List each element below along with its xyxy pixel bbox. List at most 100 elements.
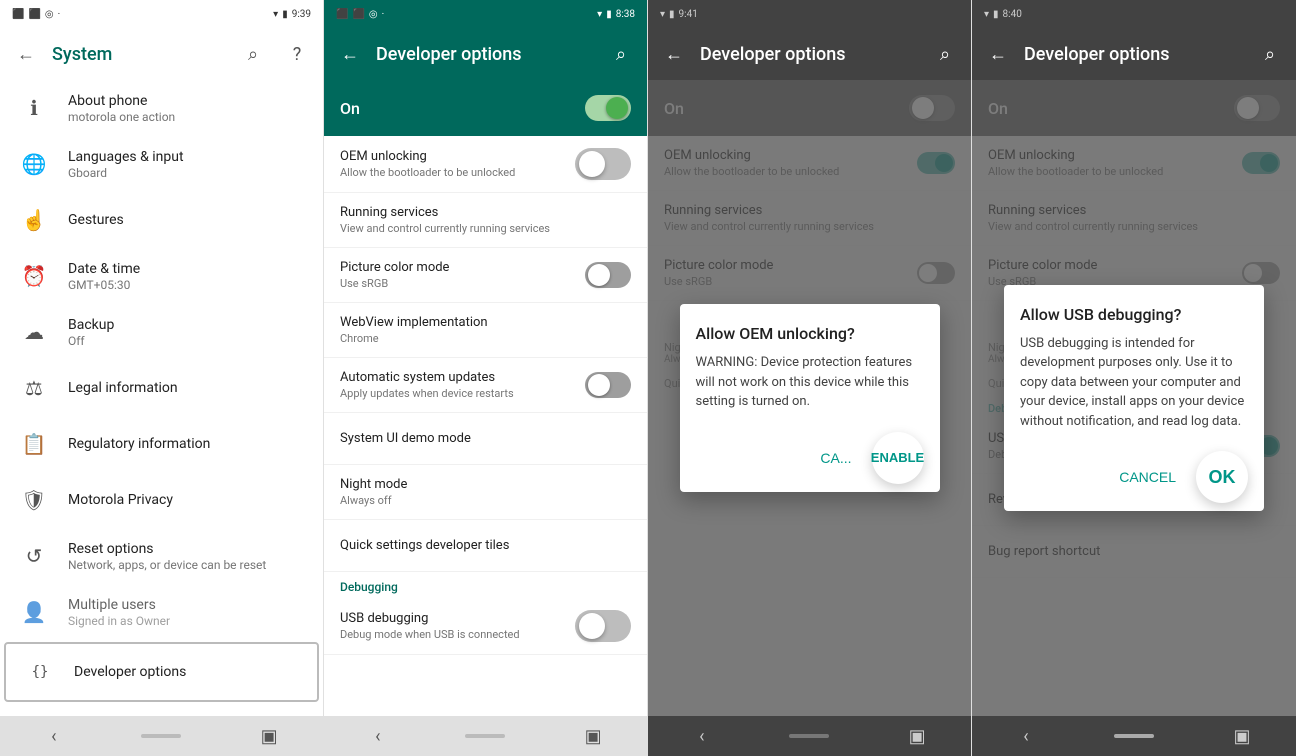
back-button-dev2[interactable]: ←	[332, 36, 368, 72]
sidebar-item-motorola-privacy[interactable]: 🛡 Motorola Privacy	[0, 472, 323, 528]
usb-ok-button[interactable]: OK	[1196, 451, 1248, 503]
sidebar-item-multiple-users[interactable]: 👤 Multiple users Signed in as Owner	[0, 584, 323, 640]
dev-toggle-2[interactable]	[585, 95, 631, 121]
sidebar-item-developer[interactable]: {} Developer options	[4, 642, 319, 702]
system-ui-item[interactable]: System UI demo mode	[324, 413, 647, 465]
backup-text: Backup Off	[68, 317, 307, 348]
dev-on-header-2: On	[324, 80, 647, 136]
nav-recents-3[interactable]: ▣	[897, 716, 937, 756]
panel-oem-dialog: ▾ ▮ 9:41 ← Developer options ⌕ On OEM un…	[648, 0, 972, 756]
search-button-system[interactable]: ⌕	[235, 36, 271, 72]
languages-subtitle: Gboard	[68, 166, 307, 180]
panel-usb-dialog: ▾ ▮ 8:40 ← Developer options ⌕ On OEM un…	[972, 0, 1296, 756]
running-services-item[interactable]: Running services View and control curren…	[324, 193, 647, 248]
search-button-dev3[interactable]: ⌕	[927, 36, 963, 72]
battery-icon-2: ▮	[606, 9, 612, 20]
dev3-title: Developer options	[700, 44, 919, 65]
nav-home-4[interactable]	[1114, 734, 1154, 738]
usb-debugging-subtitle: Debug mode when USB is connected	[340, 628, 520, 641]
nav-back-3[interactable]: ‹	[682, 716, 722, 756]
settings-list: ℹ About phone motorola one action 🌐 Lang…	[0, 80, 323, 716]
night-mode-item[interactable]: Night mode Always off	[324, 465, 647, 520]
running-services-title: Running services	[340, 205, 550, 220]
about-phone-text: About phone motorola one action	[68, 93, 307, 124]
status-icons-left-4: ▾ ▮ 8:40	[984, 9, 1022, 20]
oem-dialog-overlay: Allow OEM unlocking? WARNING: Device pro…	[648, 80, 971, 716]
about-phone-title: About phone	[68, 93, 307, 109]
back-icon-dev4: ←	[989, 44, 1007, 65]
wifi-icon-3a: ▾	[660, 9, 665, 20]
picture-color-toggle-2[interactable]	[585, 262, 631, 288]
oem-cancel-button[interactable]: Ca...	[808, 432, 863, 484]
usb-debugging-item[interactable]: USB debugging Debug mode when USB is con…	[324, 598, 647, 655]
oem-toggle-2[interactable]	[575, 148, 631, 180]
notif-icon-2a: ⬛	[336, 9, 348, 20]
nav-home-3[interactable]	[789, 734, 829, 738]
quick-settings-text: Quick settings developer tiles	[340, 538, 509, 553]
usb-cancel-button[interactable]: Cancel	[1107, 451, 1188, 503]
sidebar-item-legal[interactable]: ⚖ Legal information	[0, 360, 323, 416]
search-icon-dev3: ⌕	[940, 44, 950, 65]
sidebar-item-languages[interactable]: 🌐 Languages & input Gboard	[0, 136, 323, 192]
nav-home-2[interactable]	[465, 734, 505, 738]
notif-icon-2b: ⬛	[352, 9, 364, 20]
nav-recents-2[interactable]: ▣	[573, 716, 613, 756]
dev4-title: Developer options	[1024, 44, 1244, 65]
sidebar-item-about-phone[interactable]: ℹ About phone motorola one action	[0, 80, 323, 136]
sidebar-item-gestures[interactable]: ☝ Gestures	[0, 192, 323, 248]
auto-updates-item[interactable]: Automatic system updates Apply updates w…	[324, 358, 647, 413]
nav-back-1[interactable]: ‹	[34, 716, 74, 756]
sidebar-item-reset[interactable]: ↺ Reset options Network, apps, or device…	[0, 528, 323, 584]
back-button-system[interactable]: ←	[8, 36, 44, 72]
search-icon-system: ⌕	[248, 44, 258, 65]
back-icon-dev2: ←	[341, 44, 359, 65]
gestures-text: Gestures	[68, 212, 307, 228]
help-button-system[interactable]: ?	[279, 36, 315, 72]
about-phone-subtitle: motorola one action	[68, 110, 307, 124]
datetime-text: Date & time GMT+05:30	[68, 261, 307, 292]
nav-recents-1[interactable]: ▣	[249, 716, 289, 756]
sidebar-item-system-updates[interactable]: 📱 System updates Updated to Android 9	[0, 704, 323, 716]
developer-icon: {}	[22, 654, 58, 690]
top-bar-dev3: ← Developer options ⌕	[648, 28, 971, 80]
search-icon-dev2: ⌕	[616, 44, 626, 65]
auto-updates-thumb-2	[588, 374, 610, 396]
nav-back-2[interactable]: ‹	[358, 716, 398, 756]
usb-dialog: Allow USB debugging? USB debugging is in…	[1004, 285, 1264, 512]
panel-system-settings: ⬛ ⬛ ◎ · ▾ ▮ 9:39 ← System ⌕ ? ℹ About ph…	[0, 0, 324, 756]
back-button-dev3[interactable]: ←	[656, 36, 692, 72]
wifi-icon-2: ▾	[597, 9, 602, 20]
picture-color-thumb-2	[588, 264, 610, 286]
time-3: 9:41	[679, 9, 698, 20]
top-bar-dev4: ← Developer options ⌕	[972, 28, 1296, 80]
webview-item[interactable]: WebView implementation Chrome	[324, 303, 647, 358]
usb-debug-toggle-2[interactable]	[575, 610, 631, 642]
oem-dialog-actions: Ca... Enable	[696, 428, 924, 484]
reset-text: Reset options Network, apps, or device c…	[68, 541, 307, 572]
wifi-icon-1: ▾	[273, 9, 278, 20]
oem-enable-button[interactable]: Enable	[872, 432, 924, 484]
picture-color-subtitle: Use sRGB	[340, 277, 449, 290]
quick-settings-item[interactable]: Quick settings developer tiles	[324, 520, 647, 572]
night-mode-title: Night mode	[340, 477, 407, 492]
auto-updates-toggle-2[interactable]	[585, 372, 631, 398]
legal-icon: ⚖	[16, 370, 52, 406]
nav-home-1[interactable]	[141, 734, 181, 738]
status-icons-left-3: ▾ ▮ 9:41	[660, 9, 698, 20]
search-button-dev4[interactable]: ⌕	[1252, 36, 1288, 72]
time-4: 8:40	[1003, 9, 1022, 20]
developer-text: Developer options	[74, 664, 301, 680]
status-icons-left-1: ⬛ ⬛ ◎ ·	[12, 9, 60, 20]
search-button-dev2[interactable]: ⌕	[603, 36, 639, 72]
sidebar-item-datetime[interactable]: ⏰ Date & time GMT+05:30	[0, 248, 323, 304]
oem-unlocking-item[interactable]: OEM unlocking Allow the bootloader to be…	[324, 136, 647, 193]
sidebar-item-regulatory[interactable]: 📋 Regulatory information	[0, 416, 323, 472]
running-services-subtitle: View and control currently running servi…	[340, 222, 550, 235]
sidebar-item-backup[interactable]: ☁ Backup Off	[0, 304, 323, 360]
gestures-title: Gestures	[68, 212, 307, 228]
picture-color-item[interactable]: Picture color mode Use sRGB	[324, 248, 647, 303]
nav-recents-4[interactable]: ▣	[1222, 716, 1262, 756]
battery-icon-3a: ▮	[669, 9, 675, 20]
nav-back-4[interactable]: ‹	[1006, 716, 1046, 756]
back-button-dev4[interactable]: ←	[980, 36, 1016, 72]
